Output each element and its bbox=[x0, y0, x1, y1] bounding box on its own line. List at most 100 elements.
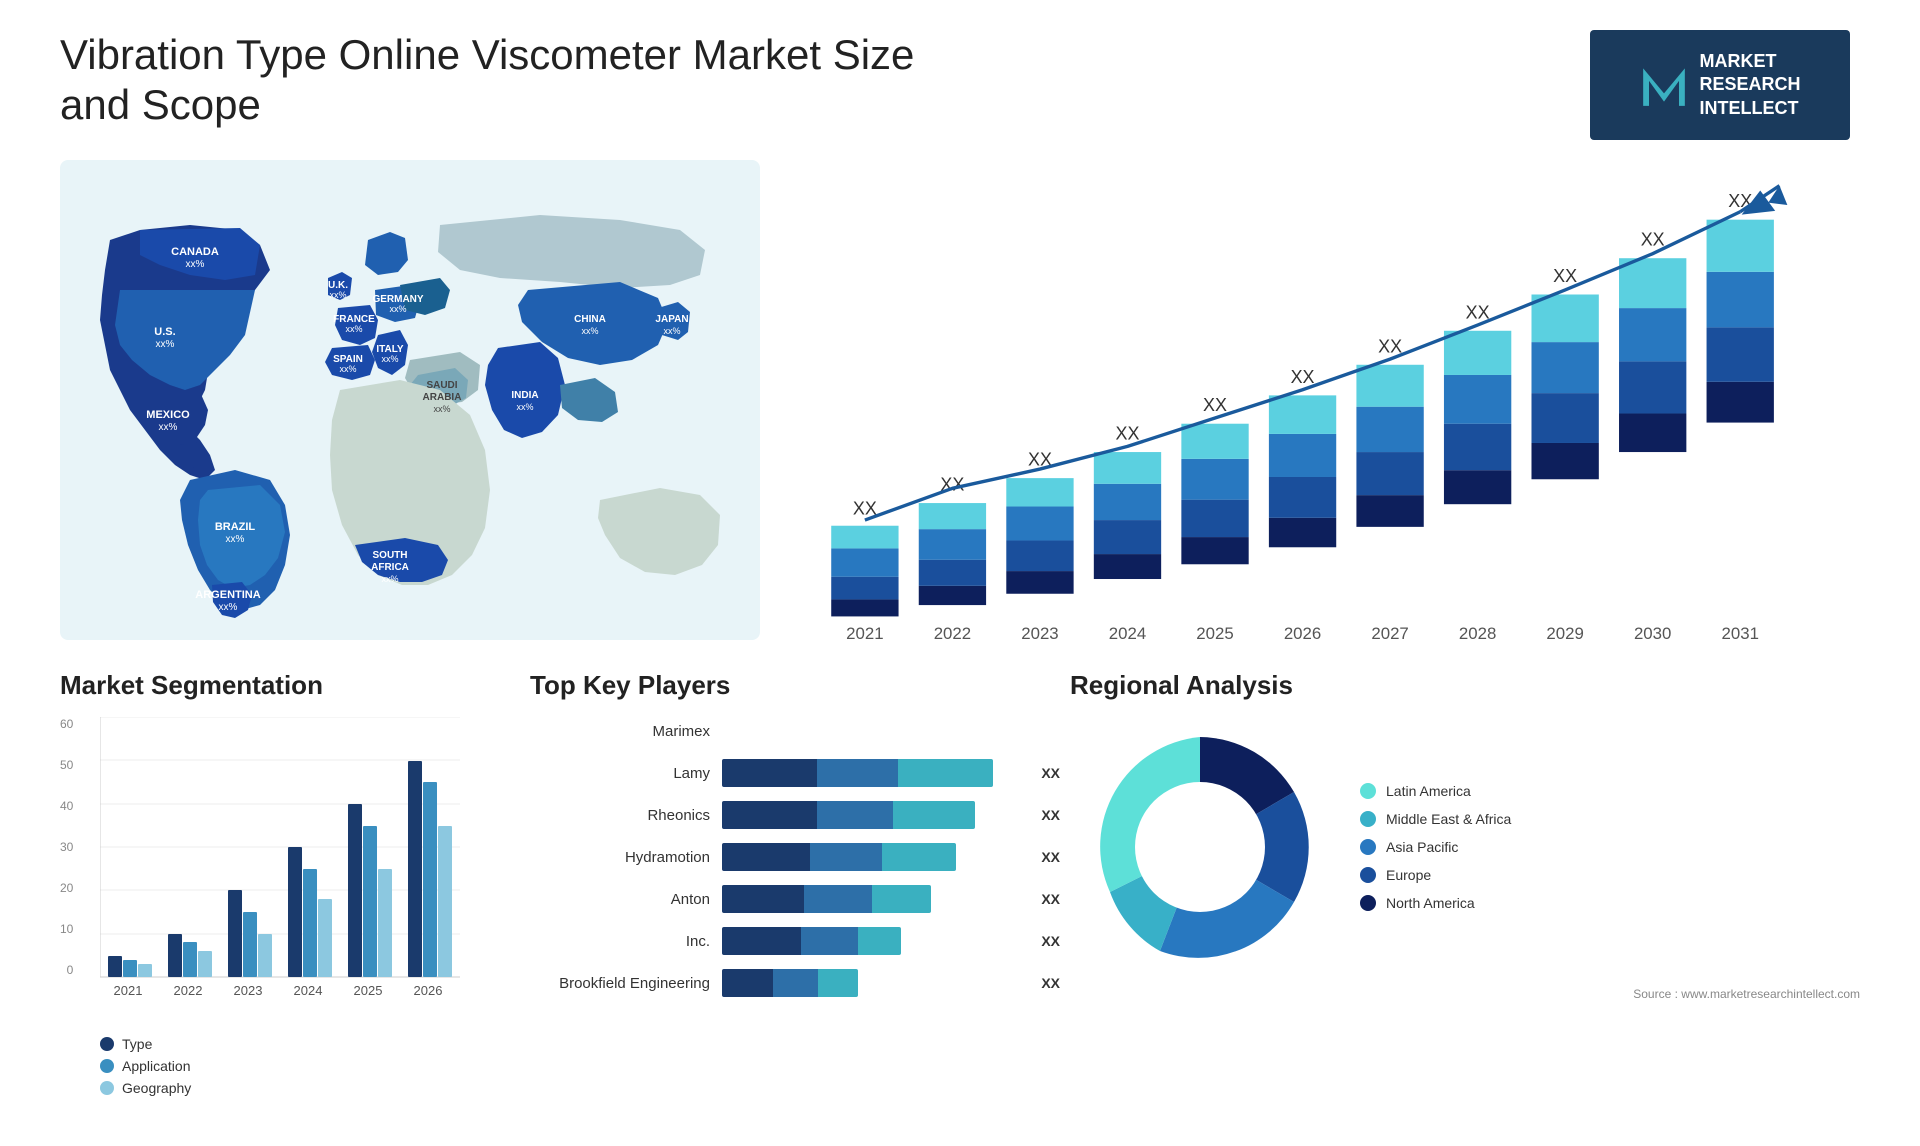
svg-text:XX: XX bbox=[1466, 302, 1490, 322]
player-bar-hydramotion: XX bbox=[722, 843, 1030, 871]
svg-text:xx%: xx% bbox=[339, 364, 356, 374]
player-row-rheonics: Rheonics XX bbox=[530, 801, 1030, 829]
player-row-marimex: Marimex bbox=[530, 717, 1030, 745]
svg-text:xx%: xx% bbox=[433, 404, 450, 414]
svg-text:2031: 2031 bbox=[1722, 624, 1759, 643]
world-map-svg: CANADA xx% U.S. xx% MEXICO xx% BRAZIL xx… bbox=[60, 160, 760, 640]
y-label-50: 50 bbox=[60, 758, 73, 772]
svg-text:CHINA: CHINA bbox=[574, 314, 606, 325]
player-row-hydramotion: Hydramotion XX bbox=[530, 843, 1030, 871]
player-name-inc: Inc. bbox=[530, 933, 710, 950]
player-val-brookfield: XX bbox=[1041, 975, 1060, 991]
svg-text:xx%: xx% bbox=[381, 354, 398, 364]
svg-text:XX: XX bbox=[1378, 336, 1402, 356]
pct-brazil: xx% bbox=[226, 534, 245, 545]
svg-text:SAUDI: SAUDI bbox=[426, 380, 457, 391]
regional-container: Regional Analysis bbox=[1070, 670, 1860, 1090]
legend-north-america: North America bbox=[1360, 895, 1511, 911]
y-label-0: 0 bbox=[67, 963, 74, 977]
legend-type: Type bbox=[100, 1036, 490, 1052]
player-val-hydramotion: XX bbox=[1041, 849, 1060, 865]
svg-text:2022: 2022 bbox=[174, 983, 203, 998]
svg-text:xx%: xx% bbox=[345, 324, 362, 334]
svg-text:2028: 2028 bbox=[1459, 624, 1496, 643]
player-bar-inc: XX bbox=[722, 927, 1030, 955]
player-row-brookfield: Brookfield Engineering XX bbox=[530, 969, 1030, 997]
svg-text:INDIA: INDIA bbox=[511, 390, 538, 401]
pct-mexico: xx% bbox=[159, 422, 178, 433]
players-container: Top Key Players Marimex Lamy bbox=[530, 670, 1030, 1090]
player-val-lamy: XX bbox=[1041, 765, 1060, 781]
logo-m-icon bbox=[1639, 60, 1689, 110]
svg-text:XX: XX bbox=[1553, 266, 1577, 286]
pct-canada: xx% bbox=[186, 259, 205, 270]
svg-text:xx%: xx% bbox=[663, 326, 680, 336]
svg-text:2030: 2030 bbox=[1634, 624, 1671, 643]
player-bar-anton: XX bbox=[722, 885, 1030, 913]
player-bar-rheonics: XX bbox=[722, 801, 1030, 829]
player-name-rheonics: Rheonics bbox=[530, 807, 710, 824]
dot-europe bbox=[1360, 867, 1376, 883]
svg-text:xx%: xx% bbox=[516, 402, 533, 412]
seg-chart-svg: 2021 2022 2023 2024 2025 2026 bbox=[100, 717, 460, 1017]
svg-text:2025: 2025 bbox=[354, 983, 383, 998]
segmentation-title: Market Segmentation bbox=[60, 670, 490, 701]
svg-text:ARABIA: ARABIA bbox=[423, 392, 462, 403]
dot-middle-east bbox=[1360, 811, 1376, 827]
player-name-hydramotion: Hydramotion bbox=[530, 849, 710, 866]
page-title: Vibration Type Online Viscometer Market … bbox=[60, 30, 960, 131]
map-container: CANADA xx% U.S. xx% MEXICO xx% BRAZIL xx… bbox=[60, 160, 760, 640]
svg-text:2023: 2023 bbox=[1021, 624, 1058, 643]
label-us: U.S. bbox=[154, 326, 175, 338]
pct-us: xx% bbox=[156, 339, 175, 350]
legend-latin-america: Latin America bbox=[1360, 783, 1511, 799]
dot-asia-pacific bbox=[1360, 839, 1376, 855]
player-name-anton: Anton bbox=[530, 891, 710, 908]
player-bar-lamy: XX bbox=[722, 759, 1030, 787]
label-brazil: BRAZIL bbox=[215, 521, 256, 533]
svg-text:2021: 2021 bbox=[114, 983, 143, 998]
svg-text:2022: 2022 bbox=[934, 624, 971, 643]
dot-north-america bbox=[1360, 895, 1376, 911]
label-mexico: MEXICO bbox=[146, 409, 190, 421]
legend-dot-app bbox=[100, 1059, 114, 1073]
svg-text:xx%: xx% bbox=[381, 574, 398, 584]
segmentation-container: Market Segmentation 60 50 40 30 20 10 0 bbox=[60, 670, 490, 1090]
svg-text:2029: 2029 bbox=[1546, 624, 1583, 643]
player-row-lamy: Lamy XX bbox=[530, 759, 1030, 787]
y-label-10: 10 bbox=[60, 922, 73, 936]
source-text: Source : www.marketresearchintellect.com bbox=[1070, 987, 1860, 1001]
svg-text:XX: XX bbox=[1116, 424, 1140, 444]
y-label-20: 20 bbox=[60, 881, 73, 895]
svg-text:2026: 2026 bbox=[1284, 624, 1321, 643]
legend-middle-east: Middle East & Africa bbox=[1360, 811, 1511, 827]
player-name-marimex: Marimex bbox=[530, 723, 710, 740]
players-list: Marimex Lamy XX bbox=[530, 717, 1030, 997]
svg-text:JAPAN: JAPAN bbox=[655, 314, 688, 325]
label-argentina: ARGENTINA bbox=[195, 589, 260, 601]
svg-text:2024: 2024 bbox=[1109, 624, 1146, 643]
svg-text:AFRICA: AFRICA bbox=[371, 562, 409, 573]
player-name-brookfield: Brookfield Engineering bbox=[530, 975, 710, 992]
player-bar-marimex bbox=[722, 717, 1030, 745]
svg-text:2021: 2021 bbox=[846, 624, 883, 643]
legend-dot-geo bbox=[100, 1081, 114, 1095]
player-row-anton: Anton XX bbox=[530, 885, 1030, 913]
seg-legend: Type Application Geography bbox=[60, 1036, 490, 1096]
svg-text:2025: 2025 bbox=[1196, 624, 1233, 643]
svg-text:2026: 2026 bbox=[414, 983, 443, 998]
svg-text:XX: XX bbox=[1641, 230, 1665, 250]
dot-latin-america bbox=[1360, 783, 1376, 799]
player-val-inc: XX bbox=[1041, 933, 1060, 949]
pct-argentina: xx% bbox=[219, 602, 238, 613]
legend-geography: Geography bbox=[100, 1080, 490, 1096]
logo-container: MARKET RESEARCH INTELLECT bbox=[1580, 30, 1860, 140]
logo-text: MARKET RESEARCH INTELLECT bbox=[1699, 50, 1800, 120]
bar-chart-container: XX XX XX bbox=[800, 160, 1860, 640]
y-label-40: 40 bbox=[60, 799, 73, 813]
svg-text:xx%: xx% bbox=[389, 304, 406, 314]
donut-area: Latin America Middle East & Africa Asia … bbox=[1070, 717, 1860, 977]
svg-text:xx%: xx% bbox=[581, 326, 598, 336]
y-label-60: 60 bbox=[60, 717, 73, 731]
svg-text:XX: XX bbox=[1291, 367, 1315, 387]
